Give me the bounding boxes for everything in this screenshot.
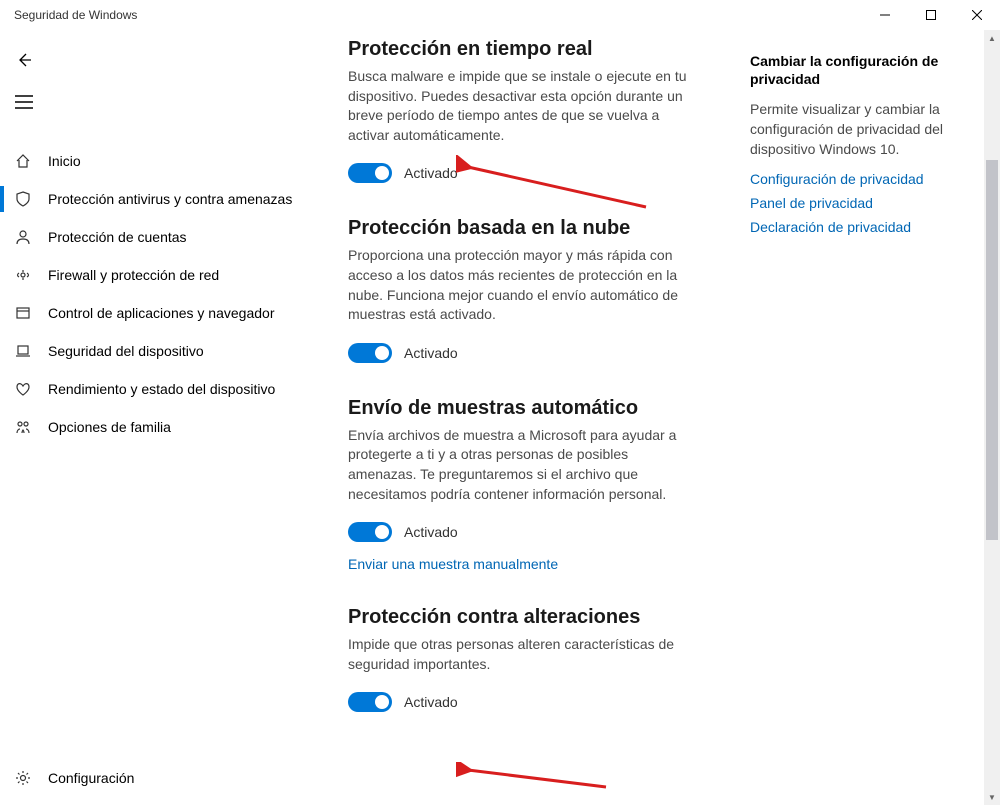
sidebar-item-label: Opciones de familia	[48, 419, 171, 435]
sidebar-item-settings[interactable]: Configuración	[0, 759, 320, 797]
sidebar-item-account[interactable]: Protección de cuentas	[0, 218, 320, 256]
heart-icon	[14, 380, 32, 398]
section-desc: Busca malware e impide que se instale o …	[348, 67, 688, 145]
right-heading: Cambiar la configuración de privacidad	[750, 52, 982, 88]
laptop-icon	[14, 342, 32, 360]
sidebar-item-health[interactable]: Rendimiento y estado del dispositivo	[0, 370, 320, 408]
section-samples: Envío de muestras automático Envía archi…	[348, 397, 688, 572]
titlebar: Seguridad de Windows	[0, 0, 1000, 30]
sidebar-item-virus[interactable]: Protección antivirus y contra amenazas	[0, 180, 320, 218]
sidebar-item-label: Configuración	[48, 770, 134, 786]
link-privacy-declaration[interactable]: Declaración de privacidad	[750, 219, 982, 235]
home-icon	[14, 152, 32, 170]
sidebar-item-home[interactable]: Inicio	[0, 142, 320, 180]
gear-icon	[14, 769, 32, 787]
toggle-label: Activado	[404, 165, 458, 181]
link-privacy-panel[interactable]: Panel de privacidad	[750, 195, 982, 211]
scroll-down-icon[interactable]: ▼	[984, 789, 1000, 805]
section-cloud: Protección basada en la nube Proporciona…	[348, 217, 688, 362]
section-desc: Impide que otras personas alteren caract…	[348, 635, 688, 674]
family-icon	[14, 418, 32, 436]
sidebar-item-label: Control de aplicaciones y navegador	[48, 305, 274, 321]
sidebar-item-appcontrol[interactable]: Control de aplicaciones y navegador	[0, 294, 320, 332]
sidebar-item-label: Rendimiento y estado del dispositivo	[48, 381, 275, 397]
network-icon	[14, 266, 32, 284]
toggle-label: Activado	[404, 694, 458, 710]
sidebar-item-label: Protección antivirus y contra amenazas	[48, 191, 292, 207]
scroll-up-icon[interactable]: ▲	[984, 30, 1000, 46]
sidebar-item-family[interactable]: Opciones de familia	[0, 408, 320, 446]
toggle-samples[interactable]	[348, 522, 392, 542]
link-send-sample[interactable]: Enviar una muestra manualmente	[348, 556, 558, 572]
sidebar-item-label: Protección de cuentas	[48, 229, 187, 245]
back-button[interactable]	[2, 40, 46, 80]
maximize-button[interactable]	[908, 0, 954, 30]
sidebar-item-label: Firewall y protección de red	[48, 267, 219, 283]
close-button[interactable]	[954, 0, 1000, 30]
section-tamper: Protección contra alteraciones Impide qu…	[348, 606, 688, 712]
window-title: Seguridad de Windows	[14, 8, 137, 22]
scrollbar[interactable]: ▲ ▼	[984, 30, 1000, 805]
app-icon	[14, 304, 32, 322]
sidebar-item-label: Inicio	[48, 153, 81, 169]
section-desc: Proporciona una protección mayor y más r…	[348, 246, 688, 324]
toggle-tamper[interactable]	[348, 692, 392, 712]
sidebar-item-label: Seguridad del dispositivo	[48, 343, 204, 359]
person-icon	[14, 228, 32, 246]
section-title: Protección en tiempo real	[348, 38, 688, 61]
right-desc: Permite visualizar y cambiar la configur…	[750, 100, 982, 159]
toggle-label: Activado	[404, 345, 458, 361]
section-title: Protección basada en la nube	[348, 217, 688, 240]
toggle-cloud[interactable]	[348, 343, 392, 363]
sidebar-item-firewall[interactable]: Firewall y protección de red	[0, 256, 320, 294]
main-content: Protección en tiempo real Busca malware …	[320, 30, 750, 805]
shield-icon	[14, 190, 32, 208]
hamburger-menu[interactable]	[2, 82, 46, 122]
toggle-realtime[interactable]	[348, 163, 392, 183]
sidebar: Inicio Protección antivirus y contra ame…	[0, 30, 320, 805]
section-desc: Envía archivos de muestra a Microsoft pa…	[348, 426, 688, 504]
link-privacy-settings[interactable]: Configuración de privacidad	[750, 171, 982, 187]
sidebar-item-devicesec[interactable]: Seguridad del dispositivo	[0, 332, 320, 370]
minimize-button[interactable]	[862, 0, 908, 30]
section-title: Envío de muestras automático	[348, 397, 688, 420]
toggle-label: Activado	[404, 524, 458, 540]
scroll-thumb[interactable]	[986, 160, 998, 540]
section-title: Protección contra alteraciones	[348, 606, 688, 629]
right-column: Cambiar la configuración de privacidad P…	[750, 30, 1000, 805]
section-realtime: Protección en tiempo real Busca malware …	[348, 38, 688, 183]
